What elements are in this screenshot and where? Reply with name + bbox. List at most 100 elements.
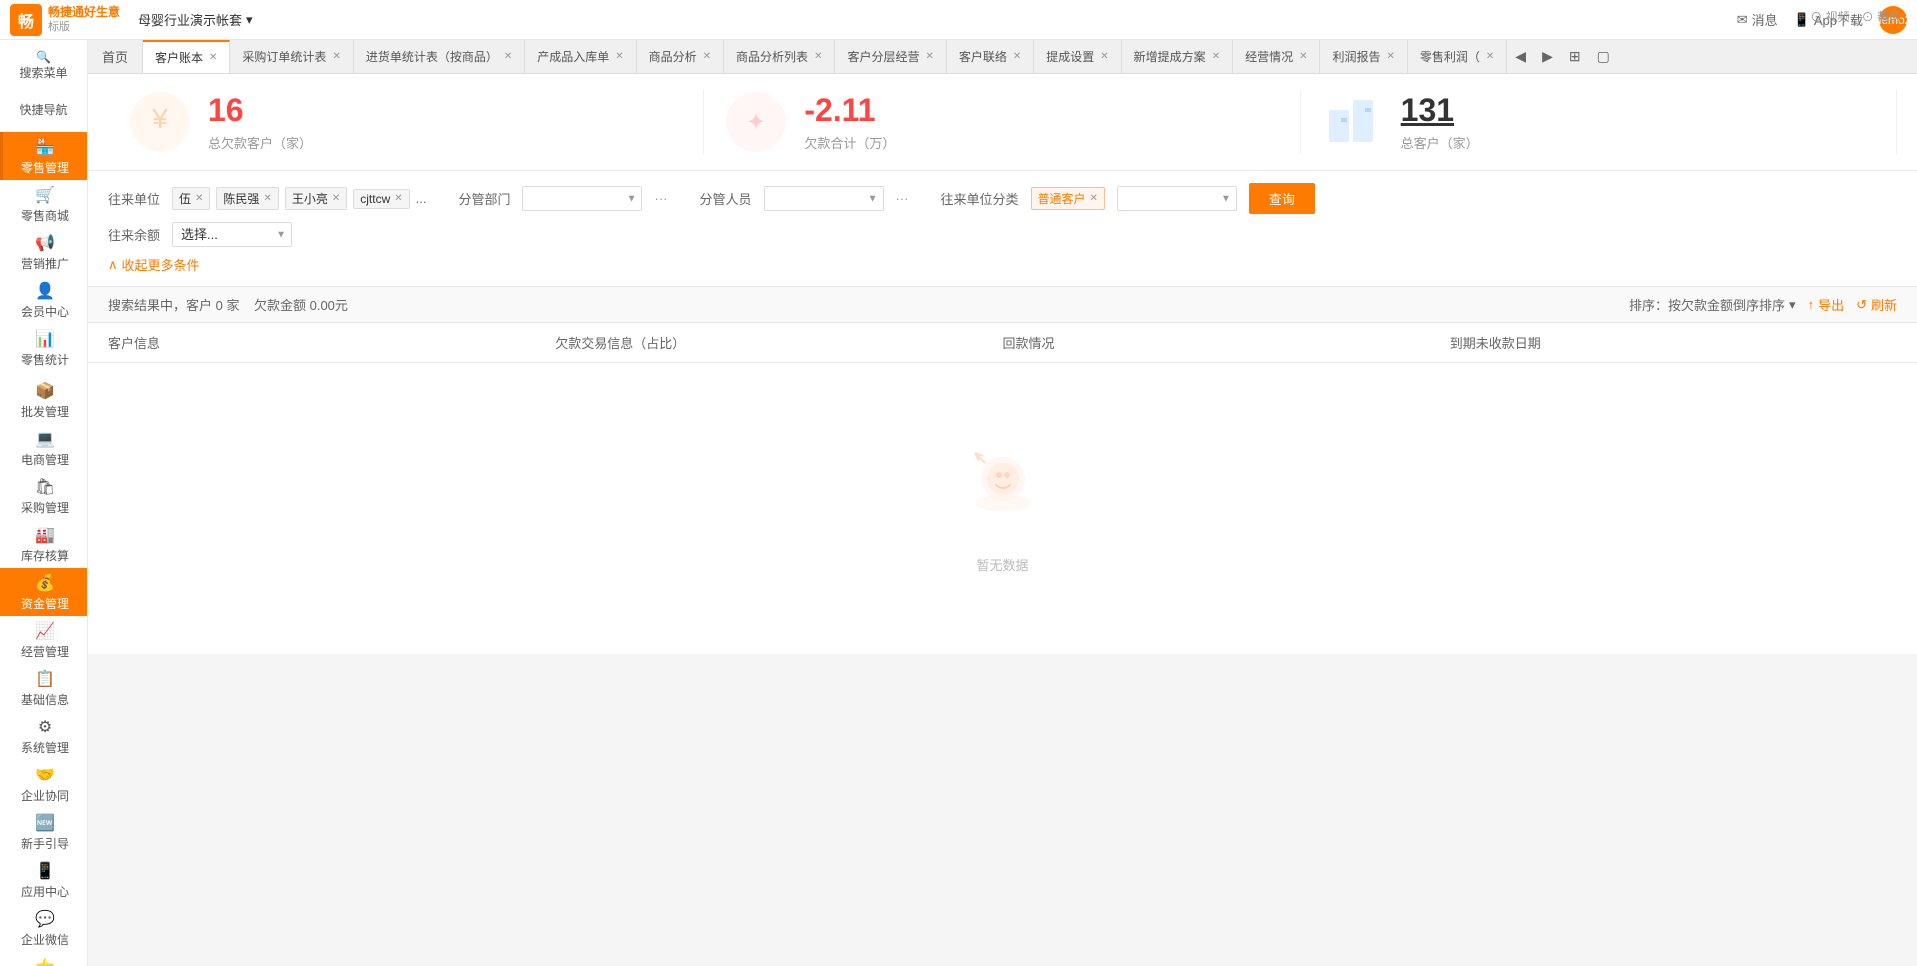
tab-inbound-stats-label: 进货单统计表（按商品）	[366, 48, 498, 65]
tab-profit-report-close[interactable]: ✕	[1387, 51, 1395, 62]
tab-retail-profit-close[interactable]: ✕	[1486, 51, 1494, 62]
messages-label: 消息	[1752, 10, 1778, 29]
unit-tag-3[interactable]: cjttcw ✕	[353, 189, 409, 209]
sidebar-item-system[interactable]: ⚙ 系统管理	[0, 712, 87, 760]
tab-customer-contact-close[interactable]: ✕	[1013, 51, 1021, 62]
tab-customer-book[interactable]: 客户账本 ✕	[143, 40, 230, 74]
tab-inbound-stats-close[interactable]: ✕	[504, 51, 512, 62]
sort-label: 排序：按欠款金额倒序排序	[1629, 295, 1785, 314]
tab-goods-analysis-close[interactable]: ✕	[703, 51, 711, 62]
sidebar-item-batch-mgmt[interactable]: 📦 批发管理	[0, 376, 87, 424]
sidebar-item-inventory[interactable]: 🏭 库存核算	[0, 520, 87, 568]
tab-prompt-settings-close[interactable]: ✕	[1100, 51, 1108, 62]
tab-customer-segment-close[interactable]: ✕	[925, 51, 933, 62]
quick-nav-label: 快捷导航	[19, 101, 67, 118]
balance-select[interactable]: 选择...	[172, 222, 292, 247]
tab-add-achievement-close[interactable]: ✕	[1212, 51, 1220, 62]
sidebar-item-retail-mall[interactable]: 🛒 零售商城	[0, 180, 87, 228]
home-tab-label: 首页	[102, 47, 128, 66]
sidebar-search[interactable]: 🔍 搜索菜单	[0, 40, 87, 91]
sidebar-item-basic-info[interactable]: 📋 基础信息	[0, 664, 87, 712]
inventory-label: 库存核算	[21, 547, 69, 564]
unit-type-tag-0-remove[interactable]: ✕	[1090, 193, 1098, 204]
sidebar-item-ecommerce[interactable]: 💻 电商管理	[0, 424, 87, 472]
person-select[interactable]	[764, 186, 884, 211]
store-selector[interactable]: 母婴行业演示帐套 ▾	[138, 10, 253, 29]
debt-icon: ✦	[724, 90, 788, 154]
finance-label: 资金管理	[21, 595, 69, 612]
unit-tags: 伍 ✕ 陈民强 ✕ 王小亮 ✕ cjttcw ✕	[172, 187, 426, 210]
unit-type-select[interactable]	[1117, 186, 1237, 211]
unit-tags-more[interactable]: ...	[416, 191, 427, 206]
col-customer-info: 客户信息	[108, 333, 555, 352]
tab-goods-analysis-list-close[interactable]: ✕	[814, 51, 822, 62]
filter-row-1: 往来单位 伍 ✕ 陈民强 ✕ 王小亮 ✕	[108, 183, 1897, 214]
tab-customer-contact[interactable]: 客户联络 ✕	[947, 40, 1034, 74]
sidebar-item-operation[interactable]: 📈 经营管理	[0, 616, 87, 664]
table-header: 客户信息 欠款交易信息（占比） 回款情况 到期未收款日期	[88, 323, 1917, 363]
dept-select-wrapper	[522, 186, 642, 211]
sidebar-item-new-guide[interactable]: 🆕 新手引导	[0, 808, 87, 856]
collapse-btn[interactable]: ∧ 收起更多条件	[108, 255, 1897, 274]
tabs-nav-next[interactable]: ▶	[1534, 40, 1561, 74]
tab-profit-report[interactable]: 利润报告 ✕	[1320, 40, 1407, 74]
collapse-icon: ∧	[108, 257, 118, 273]
unit-tag-2[interactable]: 王小亮 ✕	[285, 187, 347, 210]
sidebar-item-enterprise-coop[interactable]: 🤝 企业协同	[0, 760, 87, 808]
tab-operation-status-close[interactable]: ✕	[1299, 51, 1307, 62]
tab-retail-profit[interactable]: 零售利润（ ✕	[1408, 40, 1507, 74]
unit-tag-1-text: 陈民强	[223, 190, 259, 207]
sort-select[interactable]: 排序：按欠款金额倒序排序 ▾	[1629, 295, 1796, 314]
total-customers-icon	[1321, 90, 1385, 154]
sidebar-item-member[interactable]: 👤 会员中心	[0, 276, 87, 324]
sidebar-item-vip[interactable]: ⭐ 畅会员	[0, 952, 87, 966]
export-btn[interactable]: ↑ 导出	[1808, 295, 1845, 314]
tabs-more[interactable]: ⊞	[1561, 40, 1589, 74]
tab-cost-inbound-close[interactable]: ✕	[615, 51, 623, 62]
batch-mgmt-label: 批发管理	[21, 403, 69, 420]
tab-customer-book-close[interactable]: ✕	[209, 52, 217, 63]
sidebar-item-app-center[interactable]: 📱 应用中心	[0, 856, 87, 904]
sidebar-item-retail-mgmt[interactable]: 🏪 零售管理	[0, 132, 87, 180]
sidebar-quick-nav[interactable]: 快捷导航	[0, 91, 87, 128]
unit-tag-0[interactable]: 伍 ✕	[172, 187, 210, 210]
unit-tag-2-remove[interactable]: ✕	[332, 193, 340, 204]
query-button[interactable]: 查询	[1249, 183, 1315, 214]
retail-mgmt-label: 零售管理	[21, 159, 69, 176]
enterprise-wechat-label: 企业微信	[21, 931, 69, 948]
tab-purchase-stats[interactable]: 采购订单统计表 ✕	[230, 40, 353, 74]
person-more-btn[interactable]: ···	[896, 191, 909, 206]
sidebar-item-marketing[interactable]: 📢 营销推广	[0, 228, 87, 276]
tab-goods-analysis-label: 商品分析	[649, 48, 697, 65]
results-bar-right: 排序：按欠款金额倒序排序 ▾ ↑ 导出 ↺ 刷新	[1629, 295, 1897, 314]
messages-btn[interactable]: ✉ 消息	[1737, 10, 1778, 29]
sidebar-item-enterprise-wechat[interactable]: 💬 企业微信	[0, 904, 87, 952]
sidebar-item-finance[interactable]: 💰 资金管理	[0, 568, 87, 616]
refresh-btn[interactable]: ↺ 刷新	[1856, 295, 1897, 314]
logo-text: 畅捷通好生意 标版	[48, 5, 120, 35]
tab-inbound-stats[interactable]: 进货单统计表（按商品） ✕	[354, 40, 525, 74]
sidebar-item-purchase[interactable]: 🛍 采购管理	[0, 472, 87, 520]
unit-tag-3-text: cjttcw	[360, 192, 390, 206]
tab-goods-analysis-list[interactable]: 商品分析列表 ✕	[724, 40, 835, 74]
sidebar-item-retail-stats[interactable]: 📊 零售统计	[0, 324, 87, 372]
tabs-minimize[interactable]: ▢	[1589, 40, 1618, 74]
unit-tag-0-remove[interactable]: ✕	[195, 193, 203, 204]
tab-prompt-settings[interactable]: 提成设置 ✕	[1034, 40, 1121, 74]
tab-home[interactable]: 首页	[88, 40, 143, 74]
tabs-nav-prev[interactable]: ◀	[1507, 40, 1534, 74]
unit-tag-1[interactable]: 陈民强 ✕	[216, 187, 278, 210]
tab-purchase-stats-close[interactable]: ✕	[332, 51, 340, 62]
tab-add-achievement[interactable]: 新增提成方案 ✕	[1122, 40, 1233, 74]
unit-type-tag-0[interactable]: 普通客户 ✕	[1031, 187, 1105, 210]
tab-goods-analysis[interactable]: 商品分析 ✕	[637, 40, 724, 74]
unit-tag-1-remove[interactable]: ✕	[263, 193, 271, 204]
filter-area: 往来单位 伍 ✕ 陈民强 ✕ 王小亮 ✕	[88, 171, 1917, 287]
tab-cost-inbound[interactable]: 产成品入库单 ✕	[525, 40, 636, 74]
tab-customer-segment[interactable]: 客户分层经营 ✕	[835, 40, 946, 74]
dept-select[interactable]	[522, 186, 642, 211]
unit-tag-3-remove[interactable]: ✕	[394, 193, 402, 204]
debt-value: -2.11	[804, 92, 895, 129]
tab-operation-status[interactable]: 经营情况 ✕	[1233, 40, 1320, 74]
dept-more-btn[interactable]: ···	[654, 191, 667, 206]
